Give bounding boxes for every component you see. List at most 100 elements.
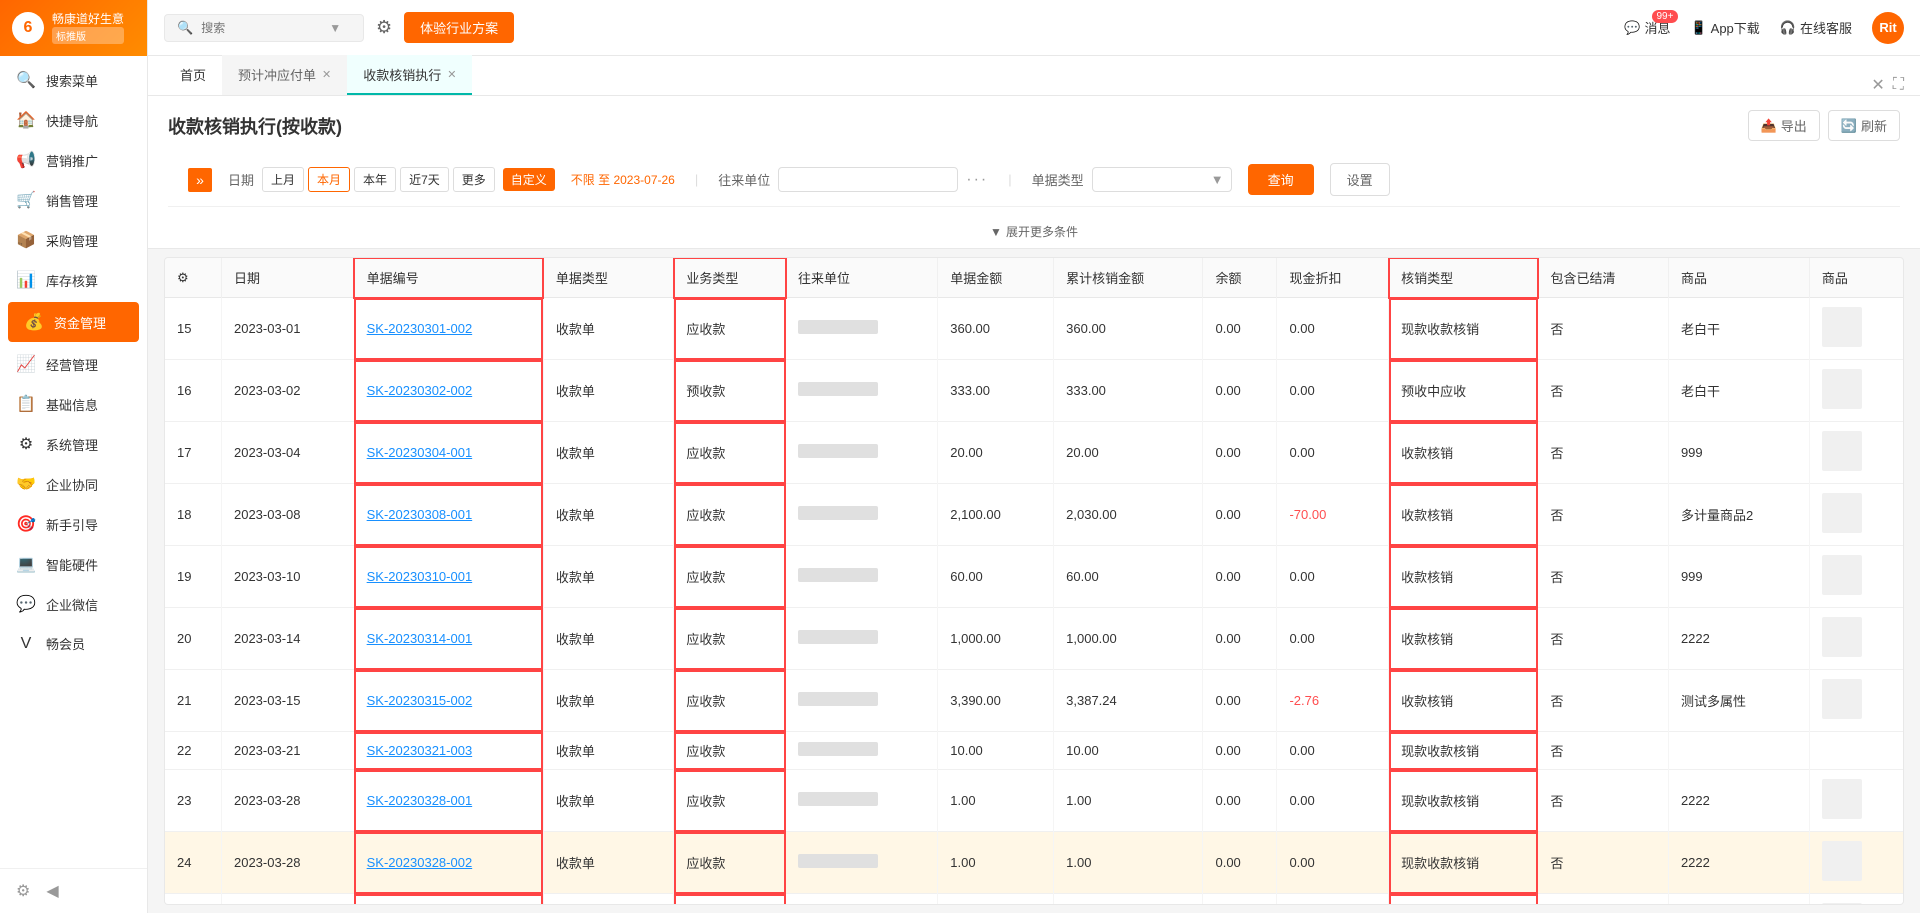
td-include-settled: 否 [1538,670,1669,732]
td-bill-no: SK-20230328-002 [354,832,543,894]
refresh-button[interactable]: 🔄 刷新 [1828,110,1900,141]
sidebar-item-marketing[interactable]: 📢营销推广 [0,140,147,180]
td-cum-amount: 20.00 [1054,422,1203,484]
td-cum-amount: 360.00 [1054,298,1203,360]
header-search-box[interactable]: 🔍 ▼ [164,14,364,42]
sidebar-item-quick-nav[interactable]: 🏠快捷导航 [0,100,147,140]
td-cash-discount: -2.76 [1277,670,1389,732]
solution-button[interactable]: 体验行业方案 [404,12,514,43]
td-bill-type: 收款单 [543,360,674,422]
sidebar-item-sales[interactable]: 🛒销售管理 [0,180,147,220]
td-balance: 0.00 [1203,770,1277,832]
td-date: 2023-03-14 [221,608,354,670]
header-search-input[interactable] [201,21,321,35]
td-include-settled: 否 [1538,894,1669,906]
table-row: 24 2023-03-28 SK-20230328-002 收款单 应收款 1.… [165,832,1903,894]
td-cancel-type: 预收中应收 [1389,360,1538,422]
td-partner [786,894,938,906]
tab-receivable[interactable]: 预计冲应付单 ✕ [222,55,347,95]
td-partner [786,546,938,608]
tab-close-action[interactable]: ✕ [1871,75,1884,95]
date-filter-group: 日期 上月 本月 本年 近7天 更多 自定义 [228,167,555,192]
td-bill-type: 收款单 [543,422,674,484]
sidebar-item-wechat[interactable]: 💬企业微信 [0,584,147,624]
td-row-no: 21 [165,670,221,732]
td-date: 2023-03-01 [221,298,354,360]
sidebar-item-guide[interactable]: 🎯新手引导 [0,504,147,544]
td-product: 999 [1668,422,1809,484]
sidebar-item-member[interactable]: V畅会员 [0,624,147,663]
table-row: 21 2023-03-15 SK-20230315-002 收款单 应收款 3,… [165,670,1903,732]
col-gear[interactable]: ⚙ [165,258,221,298]
bill-no-link[interactable]: SK-20230308-001 [367,507,473,522]
tab-receivable-close[interactable]: ✕ [322,68,331,81]
td-row-no: 19 [165,546,221,608]
sidebar-item-label: 资金管理 [54,313,106,332]
sidebar-item-label: 企业微信 [46,595,98,614]
mobile-icon: 📱 [1690,20,1706,36]
tab-collection-close[interactable]: ✕ [447,68,456,81]
tab-collection[interactable]: 收款核销执行 ✕ [347,55,472,95]
sidebar-item-finance[interactable]: 💰资金管理 [8,302,139,342]
td-partner [786,670,938,732]
td-partner [786,484,938,546]
td-amount: 333.00 [938,360,1054,422]
sidebar-item-hardware[interactable]: 💻智能硬件 [0,544,147,584]
this-year-btn[interactable]: 本年 [354,167,396,192]
bill-no-link[interactable]: SK-20230301-002 [367,321,473,336]
td-date: 2023-03-08 [221,484,354,546]
bill-no-link[interactable]: SK-20230315-002 [367,693,473,708]
bill-no-link[interactable]: SK-20230310-001 [367,569,473,584]
td-date: 2023-03-15 [221,670,354,732]
td-amount: 1.00 [938,770,1054,832]
online-service-button[interactable]: 🎧 在线客服 [1780,18,1852,37]
last-month-btn[interactable]: 上月 [262,167,304,192]
partner-filter-label: 往来单位 [718,170,770,189]
settings-footer-icon[interactable]: ⚙ [16,881,30,901]
sidebar-item-company[interactable]: 🤝企业协同 [0,464,147,504]
setting-button[interactable]: 设置 [1330,163,1390,196]
tab-home[interactable]: 首页 [164,55,222,95]
sidebar-item-label: 新手引导 [46,515,98,534]
td-balance: 0.00 [1203,360,1277,422]
td-balance: 0.00 [1203,832,1277,894]
this-month-btn[interactable]: 本月 [308,167,350,192]
more-date-btn[interactable]: 更多 [453,167,495,192]
sidebar-item-search[interactable]: 🔍搜索菜单 [0,60,147,100]
message-icon: 💬 [1624,20,1640,36]
export-button[interactable]: 📤 导出 [1748,110,1820,141]
td-amount: 2,100.00 [938,484,1054,546]
custom-date-btn[interactable]: 自定义 [503,168,555,191]
bill-no-link[interactable]: SK-20230321-003 [367,743,473,758]
expand-more-button[interactable]: ▼ 展开更多条件 [990,223,1078,240]
user-avatar[interactable]: Rit [1872,12,1904,44]
td-cum-amount: 10.00 [1054,732,1203,770]
td-product: 老白干 [1668,360,1809,422]
bill-no-link[interactable]: SK-20230328-002 [367,855,473,870]
bill-type-select[interactable] [1092,167,1232,192]
td-cancel-type: 收款核销 [1389,670,1538,732]
sidebar-item-inventory[interactable]: 📊库存核算 [0,260,147,300]
sidebar-item-label: 搜索菜单 [46,71,98,90]
tab-expand-action[interactable]: ⛶ [1893,76,1904,94]
bill-no-link[interactable]: SK-20230302-002 [367,383,473,398]
message-button[interactable]: 💬 消息 99+ [1624,18,1670,37]
app-download-button[interactable]: 📱 App下载 [1690,18,1759,37]
sidebar-item-operation[interactable]: 📈经营管理 [0,344,147,384]
td-product2 [1809,894,1903,906]
query-button[interactable]: 查询 [1248,164,1314,195]
bill-no-link[interactable]: SK-20230328-001 [367,793,473,808]
sidebar-item-system[interactable]: ⚙系统管理 [0,424,147,464]
message-badge: 99+ [1652,10,1679,23]
td-biz-type: 应收款 [674,770,786,832]
collapse-footer-icon[interactable]: ◀ [46,881,58,901]
sidebar-item-purchase[interactable]: 📦采购管理 [0,220,147,260]
bill-no-link[interactable]: SK-20230304-001 [367,445,473,460]
partner-filter-input[interactable] [778,167,958,192]
bill-no-link[interactable]: SK-20230314-001 [367,631,473,646]
sidebar-item-basic[interactable]: 📋基础信息 [0,384,147,424]
basic-icon: 📋 [16,394,36,414]
last-7-days-btn[interactable]: 近7天 [400,167,449,192]
filter-expand-button[interactable]: » [188,168,212,192]
gear-icon[interactable]: ⚙ [376,17,392,38]
